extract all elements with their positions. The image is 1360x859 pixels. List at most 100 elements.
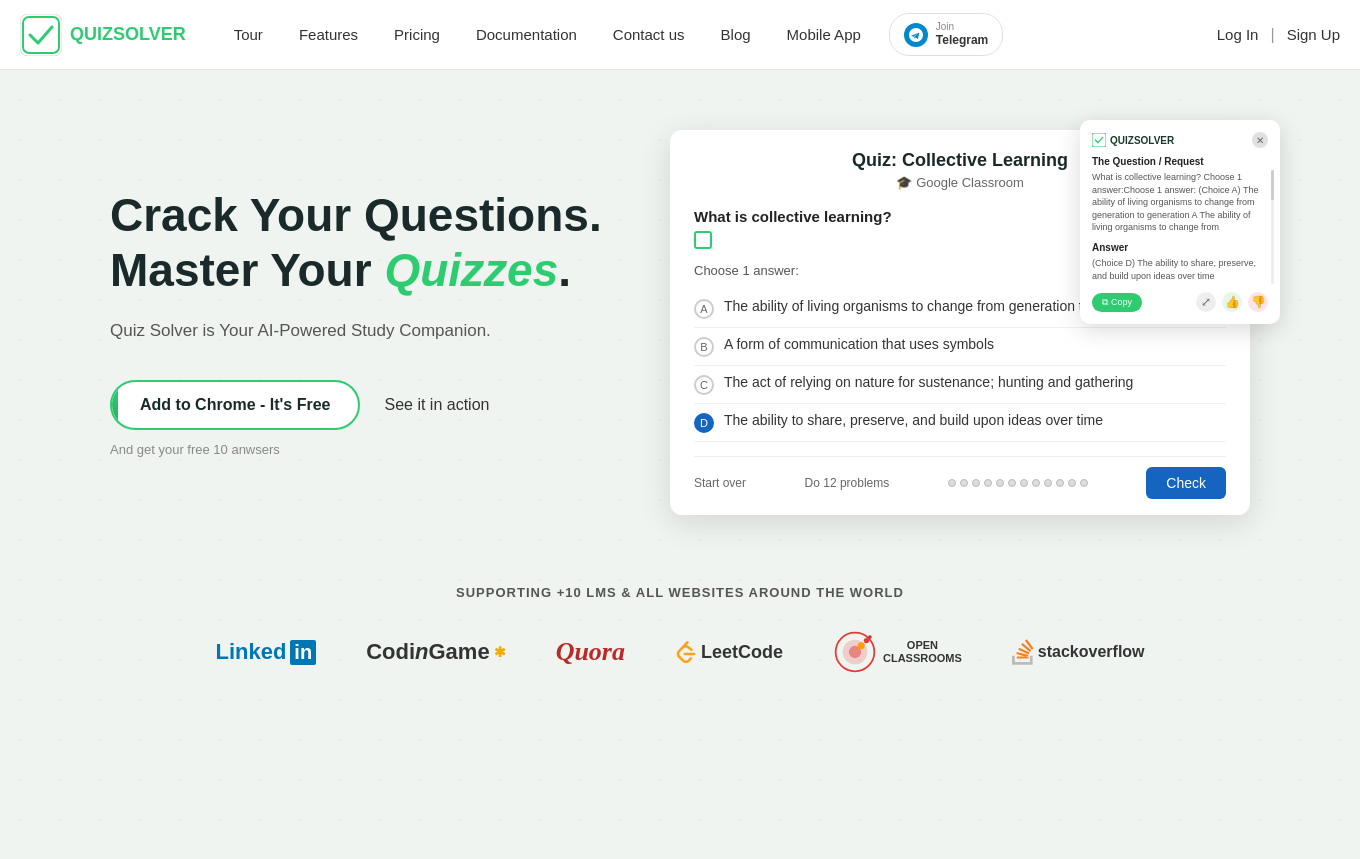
- svg-rect-2: [1092, 133, 1106, 147]
- telegram-button[interactable]: Join Telegram: [889, 13, 1003, 56]
- option-circle-d: D: [694, 413, 714, 433]
- panel-question-title: The Question / Request: [1092, 156, 1268, 167]
- panel-logo-icon: [1092, 133, 1106, 147]
- auth-divider: |: [1270, 26, 1274, 44]
- dot-6: [1008, 479, 1016, 487]
- hero-content: Crack Your Questions. Master Your Quizze…: [110, 188, 610, 457]
- panel-actions: ⧉ Copy ⤢ 👍 👎: [1092, 292, 1268, 312]
- hero-buttons: Add to Chrome - It's Free See it in acti…: [110, 380, 610, 430]
- see-in-action-link[interactable]: See it in action: [384, 396, 489, 414]
- telegram-icon: [904, 23, 928, 47]
- quiz-demo-area: Quiz: Collective Learning 🎓 Google Class…: [670, 130, 1250, 515]
- panel-close-button[interactable]: ✕: [1252, 132, 1268, 148]
- panel-copy-button[interactable]: ⧉ Copy: [1092, 293, 1142, 312]
- svg-rect-1: [23, 17, 59, 53]
- panel-like-icon[interactable]: 👍: [1222, 292, 1242, 312]
- quiz-option-b[interactable]: B A form of communication that uses symb…: [694, 328, 1226, 366]
- logos-row: Linked in CodinGame ✱ Quora LeetCode: [40, 630, 1320, 674]
- option-text-b: A form of communication that uses symbol…: [724, 336, 994, 352]
- dot-8: [1032, 479, 1040, 487]
- svg-point-7: [864, 638, 869, 643]
- codingame-text: CodinGame: [366, 639, 490, 665]
- dot-10: [1056, 479, 1064, 487]
- telegram-text: Join Telegram: [936, 20, 988, 49]
- platform-icon: 🎓: [896, 175, 912, 190]
- panel-expand-icon[interactable]: ⤢: [1196, 292, 1216, 312]
- linkedin-logo: Linked in: [215, 639, 316, 665]
- option-circle-a: A: [694, 299, 714, 319]
- option-text-d: The ability to share, preserve, and buil…: [724, 412, 1103, 428]
- panel-logo: QUIZSOLVER: [1092, 133, 1174, 147]
- panel-scrollbar-thumb: [1271, 170, 1274, 200]
- quiz-option-c[interactable]: C The act of relying on nature for suste…: [694, 366, 1226, 404]
- nav-mobile-app[interactable]: Mobile App: [769, 0, 879, 70]
- navbar: QUIZSOLVER Tour Features Pricing Documen…: [0, 0, 1360, 70]
- linkedin-icon: in: [290, 640, 316, 665]
- leetcode-text: LeetCode: [701, 642, 783, 663]
- quiz-check-icon: [694, 231, 712, 249]
- supporting-title: SUPPORTING +10 LMS & ALL WEBSITES AROUND…: [40, 585, 1320, 600]
- stackoverflow-logo: stackoverflow: [1012, 638, 1145, 666]
- nav-features[interactable]: Features: [281, 0, 376, 70]
- svg-point-6: [858, 642, 865, 649]
- codingame-logo: CodinGame ✱: [366, 639, 506, 665]
- quora-logo: Quora: [556, 637, 625, 667]
- panel-question-text: What is collective learning? Choose 1 an…: [1092, 171, 1268, 234]
- hero-subtitle: Quiz Solver is Your AI-Powered Study Com…: [110, 318, 610, 344]
- nav-pricing[interactable]: Pricing: [376, 0, 458, 70]
- option-circle-c: C: [694, 375, 714, 395]
- quiz-solver-panel: QUIZSOLVER ✕ The Question / Request What…: [1080, 120, 1280, 324]
- option-circle-b: B: [694, 337, 714, 357]
- hero-section: Crack Your Questions. Master Your Quizze…: [0, 70, 1360, 555]
- panel-header: QUIZSOLVER ✕: [1092, 132, 1268, 148]
- nav-blog[interactable]: Blog: [703, 0, 769, 70]
- logo-icon: [20, 14, 62, 56]
- dot-1: [948, 479, 956, 487]
- stackoverflow-icon: [1012, 638, 1034, 666]
- dot-5: [996, 479, 1004, 487]
- nav-contact[interactable]: Contact us: [595, 0, 703, 70]
- panel-action-icons: ⤢ 👍 👎: [1196, 292, 1268, 312]
- quiz-option-d[interactable]: D The ability to share, preserve, and bu…: [694, 404, 1226, 442]
- do-problems-label: Do 12 problems: [805, 476, 890, 490]
- panel-scrollbar: [1271, 170, 1274, 284]
- quiz-footer: Start over Do 12 problems Check: [694, 456, 1226, 499]
- supporting-section: SUPPORTING +10 LMS & ALL WEBSITES AROUND…: [0, 555, 1360, 714]
- nav-auth: Log In | Sign Up: [1217, 26, 1340, 44]
- dot-4: [984, 479, 992, 487]
- quiz-progress-dots: [948, 479, 1088, 487]
- add-to-chrome-button[interactable]: Add to Chrome - It's Free: [110, 380, 360, 430]
- signup-link[interactable]: Sign Up: [1287, 26, 1340, 43]
- panel-dislike-icon[interactable]: 👎: [1248, 292, 1268, 312]
- logo-text: QUIZSOLVER: [70, 24, 186, 45]
- openclassrooms-logo: OPEN CLASSROOMS: [833, 630, 962, 674]
- hero-heading: Crack Your Questions. Master Your Quizze…: [110, 188, 610, 298]
- openclassrooms-text: OPEN CLASSROOMS: [883, 639, 962, 665]
- nav-documentation[interactable]: Documentation: [458, 0, 595, 70]
- leetcode-icon: [675, 641, 697, 663]
- dot-7: [1020, 479, 1028, 487]
- dot-2: [960, 479, 968, 487]
- logo[interactable]: QUIZSOLVER: [20, 14, 186, 56]
- dot-3: [972, 479, 980, 487]
- openclassrooms-icon: [833, 630, 877, 674]
- login-link[interactable]: Log In: [1217, 26, 1259, 43]
- nav-links: Tour Features Pricing Documentation Cont…: [216, 0, 1217, 70]
- check-button[interactable]: Check: [1146, 467, 1226, 499]
- dot-11: [1068, 479, 1076, 487]
- linkedin-text: Linked: [215, 639, 286, 665]
- svg-point-8: [868, 635, 872, 639]
- panel-answer-title: Answer: [1092, 242, 1268, 253]
- nav-tour[interactable]: Tour: [216, 0, 281, 70]
- hero-note: And get your free 10 anwsers: [110, 442, 610, 457]
- start-over-link[interactable]: Start over: [694, 476, 746, 490]
- dot-12: [1080, 479, 1088, 487]
- quora-text: Quora: [556, 637, 625, 667]
- codingame-asterisk: ✱: [494, 644, 506, 660]
- dot-9: [1044, 479, 1052, 487]
- option-text-c: The act of relying on nature for sustena…: [724, 374, 1133, 390]
- stackoverflow-text: stackoverflow: [1038, 643, 1145, 661]
- panel-answer-text: (Choice D) The ability to share, preserv…: [1092, 257, 1268, 282]
- copy-icon: ⧉: [1102, 297, 1108, 308]
- leetcode-logo: LeetCode: [675, 641, 783, 663]
